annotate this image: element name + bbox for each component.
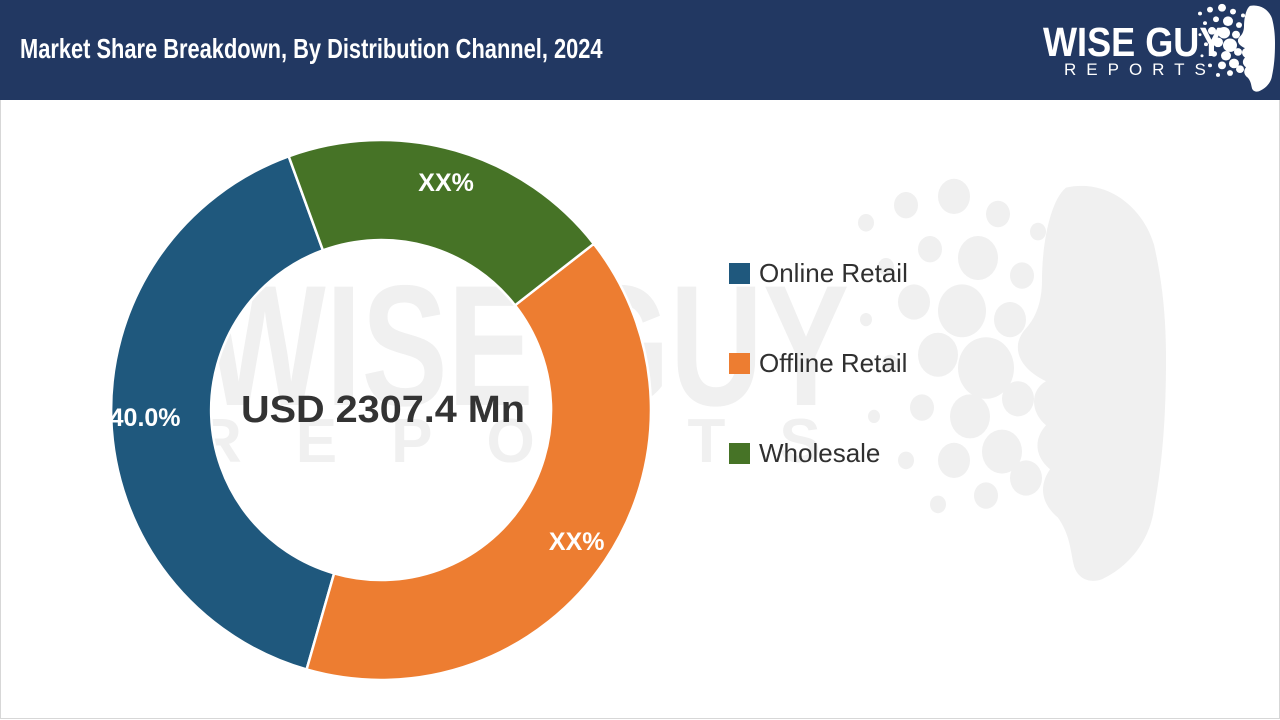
donut-segment: [287, 138, 596, 307]
legend-swatch: [729, 443, 750, 464]
legend-item-online-retail: Online Retail: [729, 258, 908, 288]
legend-swatch: [729, 353, 750, 374]
legend-label: Wholesale: [759, 438, 881, 468]
donut-segment: [305, 242, 653, 682]
segment-data-label: 40.0%: [110, 404, 181, 432]
legend-item-offline-retail: Offline Retail: [729, 348, 908, 378]
segment-data-label: XX%: [418, 169, 474, 197]
logo-face-icon: [1195, 2, 1280, 98]
page-title: Market Share Breakdown, By Distribution …: [20, 33, 603, 64]
segment-data-label: XX%: [549, 528, 605, 556]
header-bar: Market Share Breakdown, By Distribution …: [0, 0, 1280, 100]
legend-label: Offline Retail: [759, 348, 908, 378]
donut-center-label: USD 2307.4 Mn: [241, 389, 525, 431]
logo-subtitle: REPORTS: [1064, 60, 1216, 79]
chart-body: WISE GUY REPORTS 40.0% XX% XX% USD 2307.4 M…: [0, 100, 1280, 719]
legend-item-wholesale: Wholesale: [729, 438, 881, 468]
legend-swatch: [729, 263, 750, 284]
donut-chart: 40.0% XX% XX% USD 2307.4 Mn: [110, 138, 653, 682]
legend-label: Online Retail: [759, 258, 908, 288]
chart-page: Market Share Breakdown, By Distribution …: [0, 0, 1280, 720]
